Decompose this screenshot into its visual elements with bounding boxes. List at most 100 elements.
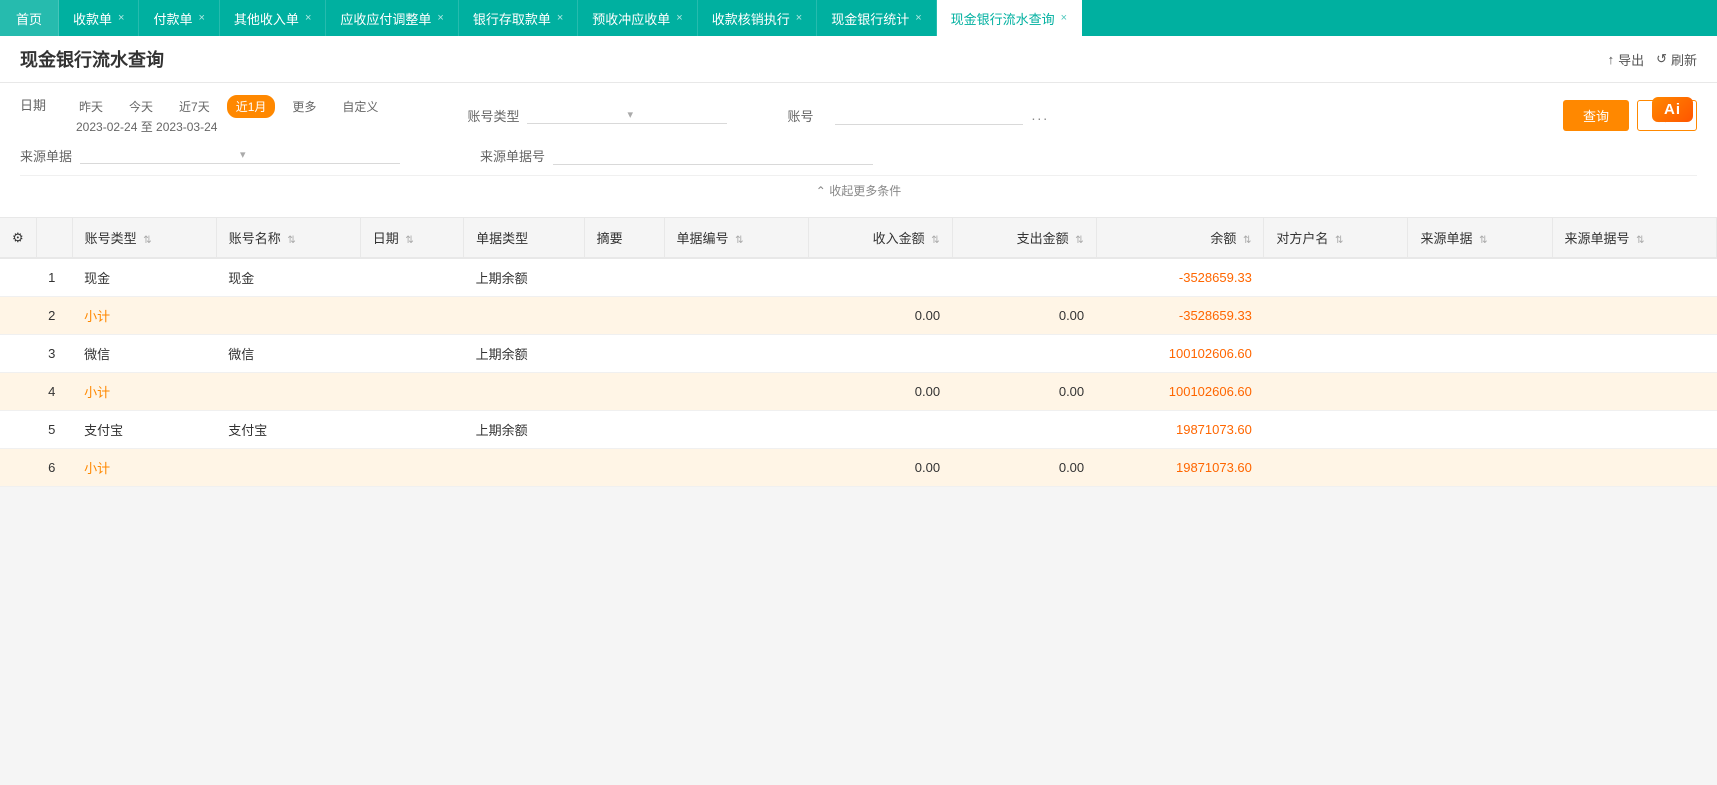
table-cell: 小计 [72,373,216,411]
date-filter-group: 日期 昨天 今天 近7天 近1月 更多 自定义 2023-02-24 至 202… [20,95,387,135]
source-doc-no-input[interactable] [553,145,873,165]
table-cell [464,297,585,335]
col-balance[interactable]: 余额 ⇅ [1096,218,1264,258]
table-cell [1264,373,1408,411]
source-doc-arrow-icon: ▾ [240,148,394,161]
table-header-row: ⚙ 账号类型 ⇅ 账号名称 ⇅ 日期 ⇅ 单据类型 摘要 单据编号 ⇅ 收入金额… [0,218,1717,258]
nav-cash-bank-query-close[interactable]: × [1061,12,1067,24]
nav-item-home[interactable]: 首页 [0,0,59,36]
nav-item-payment[interactable]: 付款单 × [139,0,219,36]
table-row[interactable]: 3微信微信上期余额100102606.60 [0,335,1717,373]
date-btn-more[interactable]: 更多 [283,95,325,118]
col-date[interactable]: 日期 ⇅ [360,218,463,258]
table-cell: 0.00 [952,373,1096,411]
table-cell: 上期余额 [464,258,585,297]
account-type-label: 账号类型 [467,106,519,125]
col-account-type[interactable]: 账号类型 ⇅ [72,218,216,258]
col-account-name[interactable]: 账号名称 ⇅ [216,218,360,258]
header-actions: ↑ 导出 ↺ 刷新 [1608,50,1697,69]
date-btn-yesterday[interactable]: 昨天 [70,95,112,118]
nav-item-receipt[interactable]: 收款单 × [59,0,139,36]
table-row[interactable]: 2小计0.000.00-3528659.33 [0,297,1717,335]
col-doc-type: 单据类型 [464,218,585,258]
refresh-icon: ↺ [1656,51,1667,67]
nav-bank-deposit-close[interactable]: × [557,12,563,24]
nav-item-receipt-verify[interactable]: 收款核销执行 × [698,0,817,36]
col-expense[interactable]: 支出金额 ⇅ [952,218,1096,258]
account-type-arrow-icon: ▾ [627,108,721,121]
col-doc-no[interactable]: 单据编号 ⇅ [664,218,808,258]
date-btn-1month[interactable]: 近1月 [227,95,276,118]
nav-prepay-close[interactable]: × [676,12,682,24]
account-type-select[interactable]: ▾ [527,106,727,124]
ai-badge[interactable]: Ai [1652,97,1693,122]
col-summary: 摘要 [584,218,664,258]
table-cell [664,411,808,449]
filter-row-1: 日期 昨天 今天 近7天 近1月 更多 自定义 2023-02-24 至 202… [20,95,1697,135]
nav-item-other-income[interactable]: 其他收入单 × [220,0,326,36]
export-icon: ↑ [1608,52,1615,67]
table-cell [1552,335,1717,373]
table-cell [808,411,952,449]
col-settings[interactable]: ⚙ [0,218,36,258]
table-cell [216,449,360,487]
col-source-doc-no[interactable]: 来源单据号 ⇅ [1552,218,1717,258]
page-title: 现金银行流水查询 [20,46,164,72]
col-counterpart[interactable]: 对方户名 ⇅ [1264,218,1408,258]
date-btn-today[interactable]: 今天 [120,95,162,118]
table-cell: 0.00 [808,449,952,487]
refresh-button[interactable]: ↺ 刷新 [1656,50,1697,69]
table-cell [1408,411,1552,449]
table-cell: 微信 [72,335,216,373]
table-row[interactable]: 4小计0.000.00100102606.60 [0,373,1717,411]
source-doc-filter-group: 来源单据 ▾ [20,146,400,165]
table-cell [584,258,664,297]
table-cell: 2 [36,297,72,335]
export-button[interactable]: ↑ 导出 [1608,50,1645,69]
table-cell [0,449,36,487]
table-cell [584,411,664,449]
nav-receipt-verify-close[interactable]: × [796,12,802,24]
date-btn-custom[interactable]: 自定义 [333,95,387,118]
account-type-filter-group: 账号类型 ▾ [467,106,727,125]
nav-other-income-close[interactable]: × [305,12,311,24]
source-doc-select[interactable]: ▾ [80,146,400,164]
nav-item-ar-ap-adjust[interactable]: 应收应付调整单 × [326,0,458,36]
col-income[interactable]: 收入金额 ⇅ [808,218,952,258]
nav-item-cash-bank-query[interactable]: 现金银行流水查询 × [937,0,1082,36]
table-cell [664,373,808,411]
table-cell: 5 [36,411,72,449]
nav-receipt-close[interactable]: × [118,12,124,24]
table-cell [664,449,808,487]
table-cell [360,373,463,411]
col-source-doc[interactable]: 来源单据 ⇅ [1408,218,1552,258]
date-btn-7days[interactable]: 近7天 [170,95,219,118]
table-row[interactable]: 5支付宝支付宝上期余额19871073.60 [0,411,1717,449]
nav-item-bank-deposit[interactable]: 银行存取款单 × [459,0,578,36]
nav-item-prepay-offset[interactable]: 预收冲应收单 × [578,0,697,36]
table-cell: 3 [36,335,72,373]
page-header: 现金银行流水查询 ↑ 导出 ↺ 刷新 [0,36,1717,83]
table-cell: 100102606.60 [1096,373,1264,411]
query-button[interactable]: 查询 [1563,100,1629,131]
table-cell: 1 [36,258,72,297]
date-buttons: 昨天 今天 近7天 近1月 更多 自定义 [70,95,387,118]
more-options-dots[interactable]: ... [1031,107,1049,123]
table-cell: 上期余额 [464,335,585,373]
table-cell: 微信 [216,335,360,373]
nav-receipt-label: 收款单 [73,9,112,28]
table-cell: 现金 [72,258,216,297]
nav-ar-ap-label: 应收应付调整单 [340,9,431,28]
nav-item-cash-bank-stat[interactable]: 现金银行统计 × [817,0,936,36]
account-input[interactable] [835,105,1023,125]
data-table-container: ⚙ 账号类型 ⇅ 账号名称 ⇅ 日期 ⇅ 单据类型 摘要 单据编号 ⇅ 收入金额… [0,218,1717,487]
nav-payment-close[interactable]: × [198,12,204,24]
table-cell [1552,411,1717,449]
nav-ar-ap-close[interactable]: × [437,12,443,24]
nav-cash-bank-stat-close[interactable]: × [915,12,921,24]
collapse-bar[interactable]: ⌃ 收起更多条件 [20,175,1697,205]
table-cell [0,411,36,449]
table-row[interactable]: 6小计0.000.0019871073.60 [0,449,1717,487]
table-cell: 0.00 [952,297,1096,335]
table-row[interactable]: 1现金现金上期余额-3528659.33 [0,258,1717,297]
